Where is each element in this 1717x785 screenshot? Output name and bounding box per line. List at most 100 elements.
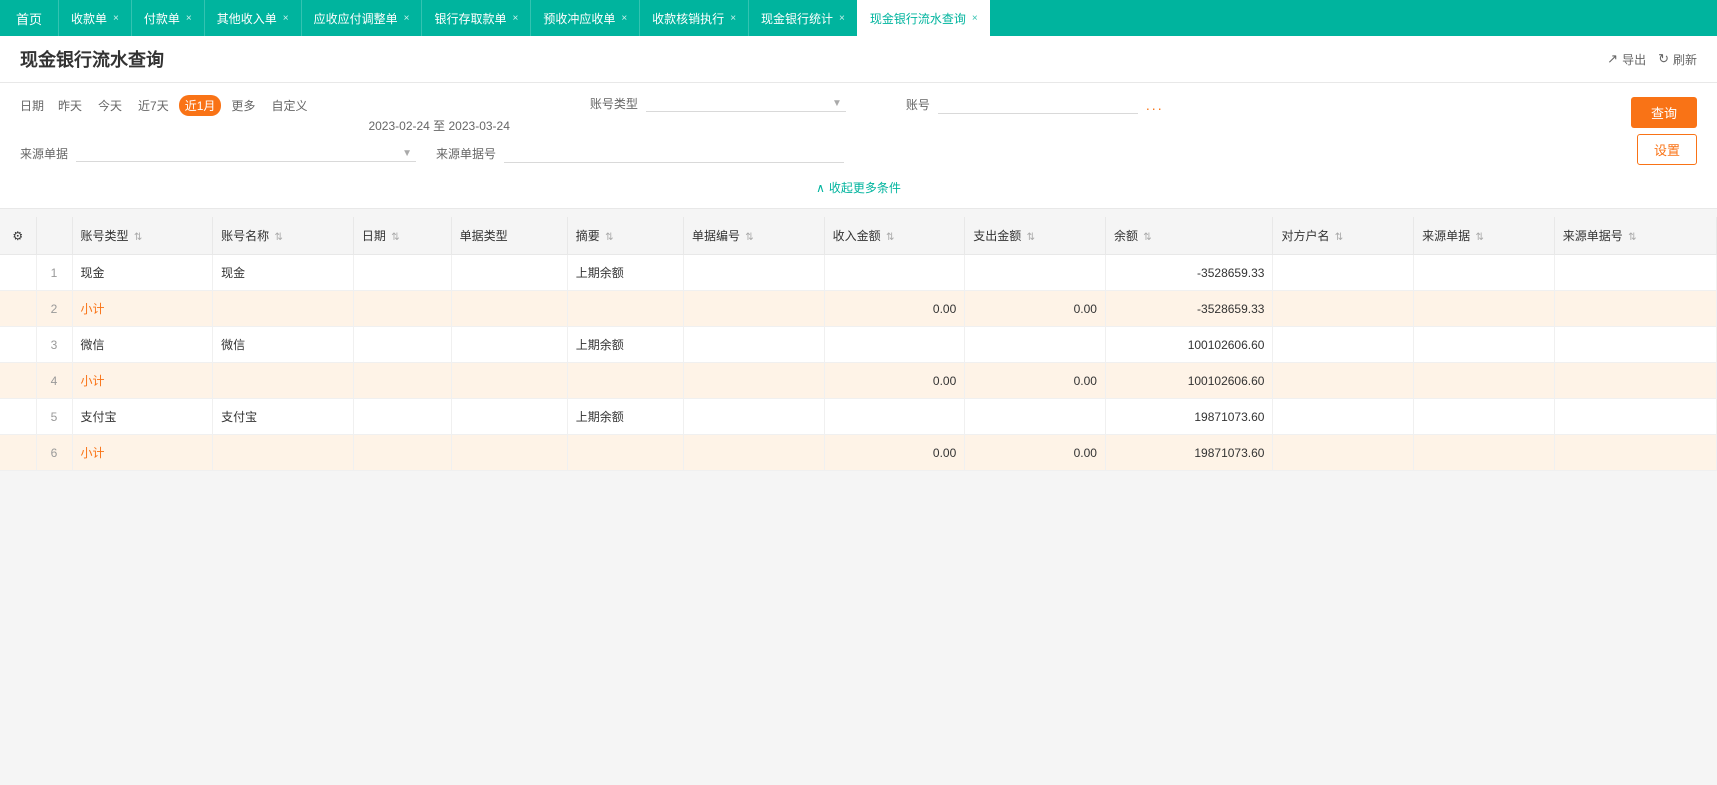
- col-account-type[interactable]: 账号类型 ⇅: [72, 217, 213, 255]
- col-date[interactable]: 日期 ⇅: [353, 217, 451, 255]
- cell-expense: 0.00: [965, 363, 1106, 399]
- cell-balance: 100102606.60: [1105, 327, 1273, 363]
- account-type-label: 账号类型: [590, 95, 638, 112]
- date-opt-more[interactable]: 更多: [225, 95, 261, 116]
- close-icon[interactable]: ×: [972, 13, 978, 24]
- cell-gear: [0, 399, 36, 435]
- nav-tab-fukuan[interactable]: 付款单 ×: [131, 0, 204, 36]
- col-income[interactable]: 收入金额 ⇅: [824, 217, 965, 255]
- close-icon[interactable]: ×: [113, 13, 119, 24]
- account-dots-button[interactable]: ...: [1146, 97, 1164, 113]
- col-account-name[interactable]: 账号名称 ⇅: [213, 217, 354, 255]
- table-row[interactable]: 1现金现金上期余额-3528659.33: [0, 255, 1717, 291]
- cell-gear: [0, 291, 36, 327]
- source-doc-select[interactable]: ▼: [76, 146, 416, 162]
- cell-account-name: 支付宝: [213, 399, 354, 435]
- close-icon[interactable]: ×: [621, 13, 627, 24]
- date-opt-7days[interactable]: 近7天: [132, 95, 175, 116]
- cell-expense: 0.00: [965, 435, 1106, 471]
- cell-summary: [567, 363, 683, 399]
- close-icon[interactable]: ×: [186, 13, 192, 24]
- close-icon[interactable]: ×: [283, 13, 289, 24]
- cell-account-name: 现金: [213, 255, 354, 291]
- cell-doc-no: [683, 435, 824, 471]
- col-gear[interactable]: ⚙: [0, 217, 36, 255]
- date-opt-yesterday[interactable]: 昨天: [52, 95, 88, 116]
- account-filter-group: 账号 ...: [906, 95, 1164, 114]
- cell-date: [353, 399, 451, 435]
- date-filter-group: 日期 昨天 今天 近7天 近1月 更多 自定义: [20, 95, 313, 116]
- cell-no: 2: [36, 291, 72, 327]
- cell-source-doc-no: [1554, 435, 1716, 471]
- col-source-doc-no[interactable]: 来源单据号 ⇅: [1554, 217, 1716, 255]
- cell-date: [353, 363, 451, 399]
- cell-counterpart: [1273, 435, 1414, 471]
- close-icon[interactable]: ×: [839, 13, 845, 24]
- nav-tab-shoukuan[interactable]: 收款单 ×: [58, 0, 131, 36]
- cell-source-doc: [1414, 255, 1555, 291]
- cell-doc-no: [683, 363, 824, 399]
- cell-income: 0.00: [824, 435, 965, 471]
- source-doc-label: 来源单据: [20, 145, 68, 162]
- close-icon[interactable]: ×: [730, 13, 736, 24]
- date-options: 昨天 今天 近7天 近1月 更多 自定义: [52, 95, 313, 116]
- table-row[interactable]: 3微信微信上期余额100102606.60: [0, 327, 1717, 363]
- date-opt-1month[interactable]: 近1月: [179, 95, 222, 116]
- export-icon: ↗: [1607, 51, 1618, 67]
- col-balance[interactable]: 余额 ⇅: [1105, 217, 1273, 255]
- nav-tab-skhx[interactable]: 收款核销执行 ×: [639, 0, 748, 36]
- close-icon[interactable]: ×: [404, 13, 410, 24]
- date-opt-today[interactable]: 今天: [92, 95, 128, 116]
- account-input[interactable]: [938, 95, 1138, 114]
- cell-doc-type: [451, 255, 567, 291]
- cell-balance: 19871073.60: [1105, 435, 1273, 471]
- cell-date: [353, 255, 451, 291]
- col-counterpart[interactable]: 对方户名 ⇅: [1273, 217, 1414, 255]
- export-button[interactable]: ↗ 导出: [1607, 51, 1646, 68]
- cell-summary: [567, 435, 683, 471]
- table-row[interactable]: 4小计0.000.00100102606.60: [0, 363, 1717, 399]
- cell-no: 1: [36, 255, 72, 291]
- table-row[interactable]: 5支付宝支付宝上期余额19871073.60: [0, 399, 1717, 435]
- col-doc-type[interactable]: 单据类型: [451, 217, 567, 255]
- cell-source-doc-no: [1554, 327, 1716, 363]
- cell-doc-type: [451, 363, 567, 399]
- cell-source-doc: [1414, 435, 1555, 471]
- nav-tab-xjyhlscx[interactable]: 现金银行流水查询 ×: [857, 0, 990, 36]
- nav-tab-qtsr[interactable]: 其他收入单 ×: [204, 0, 301, 36]
- cell-no: 6: [36, 435, 72, 471]
- cell-account-type: 小计: [72, 435, 213, 471]
- setting-button[interactable]: 设置: [1637, 134, 1697, 165]
- query-button[interactable]: 查询: [1631, 97, 1697, 128]
- cell-balance: -3528659.33: [1105, 291, 1273, 327]
- nav-tab-ysch[interactable]: 预收冲应收单 ×: [530, 0, 639, 36]
- nav-home[interactable]: 首页: [0, 0, 58, 36]
- date-opt-custom[interactable]: 自定义: [265, 95, 313, 116]
- table-row[interactable]: 6小计0.000.0019871073.60: [0, 435, 1717, 471]
- cell-counterpart: [1273, 399, 1414, 435]
- col-doc-no[interactable]: 单据编号 ⇅: [683, 217, 824, 255]
- cell-doc-no: [683, 291, 824, 327]
- cell-no: 3: [36, 327, 72, 363]
- nav-tab-yhcq[interactable]: 银行存取款单 ×: [421, 0, 530, 36]
- account-type-filter-group: 账号类型 ▼: [590, 95, 846, 112]
- refresh-button[interactable]: ↻ 刷新: [1658, 51, 1697, 68]
- col-summary[interactable]: 摘要 ⇅: [567, 217, 683, 255]
- collapse-bar[interactable]: ∧ 收起更多条件: [20, 173, 1697, 196]
- source-doc-no-label: 来源单据号: [436, 145, 496, 162]
- col-source-doc[interactable]: 来源单据 ⇅: [1414, 217, 1555, 255]
- cell-account-type: 现金: [72, 255, 213, 291]
- cell-summary: 上期余额: [567, 327, 683, 363]
- cell-account-type: 支付宝: [72, 399, 213, 435]
- cell-account-name: [213, 291, 354, 327]
- cell-no: 4: [36, 363, 72, 399]
- cell-doc-type: [451, 291, 567, 327]
- cell-doc-no: [683, 399, 824, 435]
- table-row[interactable]: 2小计0.000.00-3528659.33: [0, 291, 1717, 327]
- col-expense[interactable]: 支出金额 ⇅: [965, 217, 1106, 255]
- nav-tab-ysyf[interactable]: 应收应付调整单 ×: [301, 0, 422, 36]
- source-doc-no-input[interactable]: [504, 144, 844, 163]
- close-icon[interactable]: ×: [512, 13, 518, 24]
- account-type-select[interactable]: ▼: [646, 96, 846, 112]
- nav-tab-xjyhtj[interactable]: 现金银行统计 ×: [748, 0, 857, 36]
